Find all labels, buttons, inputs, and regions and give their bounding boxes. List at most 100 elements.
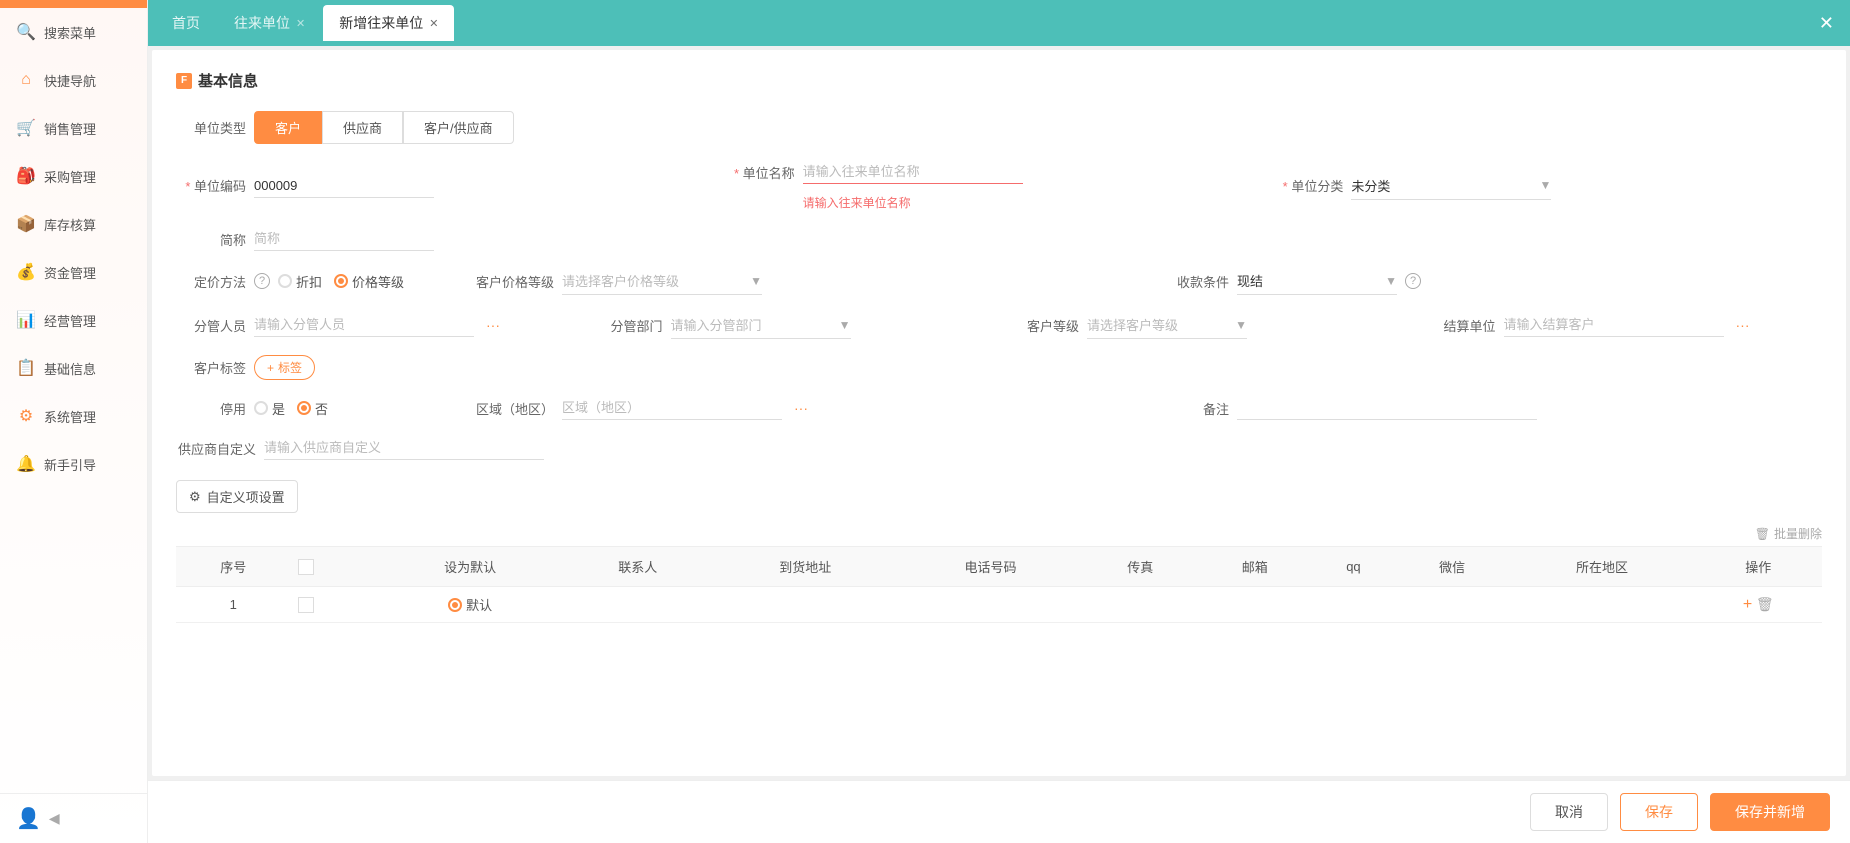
sidebar-bottom: 👤 ◀ <box>0 793 147 843</box>
remark-input[interactable] <box>1237 396 1537 420</box>
finance-icon: 💰 <box>16 262 36 282</box>
radio-price-level-label: 价格等级 <box>352 272 404 291</box>
batch-delete-label: 批量删除 <box>1774 525 1822 542</box>
short-name-row: 简称 <box>176 227 1822 251</box>
row-action: + 🗑 <box>1695 587 1822 623</box>
unit-name-label: 单位名称 <box>725 163 795 182</box>
unit-type-customer[interactable]: 客户 <box>254 111 322 144</box>
save-button[interactable]: 保存 <box>1620 793 1698 831</box>
unit-category-select[interactable]: 未分类 ▼ <box>1351 172 1551 200</box>
sidebar-item-purchase[interactable]: 🎒 采购管理 <box>0 152 147 200</box>
sidebar-item-operations[interactable]: 📊 经营管理 <box>0 296 147 344</box>
region-more-btn[interactable]: ··· <box>790 400 812 416</box>
payment-terms-help-icon[interactable]: ? <box>1405 273 1421 289</box>
col-region: 所在地区 <box>1509 547 1694 587</box>
manager-more-btn[interactable]: ··· <box>482 317 504 333</box>
unit-category-chevron: ▼ <box>1539 178 1551 192</box>
section-icon: F <box>176 73 192 89</box>
region-input[interactable] <box>562 396 782 420</box>
region-group: 区域（地区） ··· <box>476 396 1139 420</box>
unit-type-both[interactable]: 客户/供应商 <box>403 111 514 144</box>
pricing-help-icon[interactable]: ? <box>254 273 270 289</box>
unit-name-input[interactable] <box>803 160 1023 184</box>
payment-terms-select[interactable]: 现结 ▼ <box>1237 267 1397 295</box>
department-label: 分管部门 <box>593 316 663 335</box>
settlement-unit-more-btn[interactable]: ··· <box>1732 317 1754 333</box>
tab-close-all[interactable]: ✕ <box>1811 9 1842 38</box>
operations-icon: 📊 <box>16 310 36 330</box>
customer-price-level-select[interactable]: 请选择客户价格等级 ▼ <box>562 267 762 295</box>
table-row: 1 默认 <box>176 587 1822 623</box>
tab-home[interactable]: 首页 <box>156 5 216 41</box>
sidebar-item-inventory-label: 库存核算 <box>44 215 96 234</box>
sidebar-item-quick-nav[interactable]: ⌂ 快捷导航 <box>0 56 147 104</box>
sidebar-user-icon[interactable]: 👤 <box>16 806 41 831</box>
unit-category-label: 单位分类 <box>1273 176 1343 195</box>
cancel-button[interactable]: 取消 <box>1530 793 1608 831</box>
col-email: 邮箱 <box>1198 547 1312 587</box>
settlement-unit-input[interactable] <box>1504 313 1724 337</box>
sidebar-expand-icon[interactable]: ◀ <box>49 810 60 827</box>
save-new-button[interactable]: 保存并新增 <box>1710 793 1830 831</box>
department-select[interactable]: 请输入分管部门 ▼ <box>671 311 851 339</box>
custom-settings-button[interactable]: ⚙ 自定义项设置 <box>176 480 298 513</box>
col-contact: 联系人 <box>563 547 713 587</box>
payment-terms-value: 现结 <box>1237 271 1381 290</box>
col-address: 到货地址 <box>713 547 898 587</box>
customer-level-group: 客户等级 请选择客户等级 ▼ <box>1009 311 1406 339</box>
batch-delete-area[interactable]: 🗑 批量删除 <box>176 525 1822 542</box>
manager-input[interactable] <box>254 313 474 337</box>
tab-new-partner[interactable]: 新增往来单位 ✕ <box>323 5 454 41</box>
tab-new-partner-close[interactable]: ✕ <box>429 17 438 30</box>
unit-code-input[interactable] <box>254 174 434 198</box>
row-del-icon[interactable]: 🗑 <box>1756 596 1774 612</box>
settlement-unit-label: 结算单位 <box>1426 316 1496 335</box>
search-icon: 🔍 <box>16 22 36 42</box>
short-name-input[interactable] <box>254 227 434 251</box>
radio-discount[interactable]: 折扣 <box>278 272 322 291</box>
tab-partners[interactable]: 往来单位 ✕ <box>218 5 321 41</box>
sidebar-item-search[interactable]: 🔍 搜索菜单 <box>0 8 147 56</box>
radio-price-level-circle <box>334 274 348 288</box>
tab-home-label: 首页 <box>172 13 200 33</box>
radio-no-label: 否 <box>315 399 328 418</box>
sidebar-item-system[interactable]: ⚙ 系统管理 <box>0 392 147 440</box>
pricing-method-group: 定价方法 ? 折扣 价格等级 <box>176 272 456 291</box>
short-name-label: 简称 <box>176 230 246 249</box>
row-add-icon[interactable]: + <box>1743 596 1752 613</box>
customer-level-select[interactable]: 请选择客户等级 ▼ <box>1087 311 1247 339</box>
contact-table: 序号 设为默认 联系人 到货地址 电话号码 传真 邮箱 qq 微信 所在地区 操… <box>176 546 1822 623</box>
unit-type-supplier[interactable]: 供应商 <box>322 111 403 144</box>
col-action: 操作 <box>1695 547 1822 587</box>
row-select-checkbox[interactable] <box>298 597 314 613</box>
inventory-icon: 📦 <box>16 214 36 234</box>
row-default-radio[interactable]: 默认 <box>386 595 555 614</box>
sidebar-item-finance[interactable]: 💰 资金管理 <box>0 248 147 296</box>
customer-price-level-placeholder: 请选择客户价格等级 <box>562 271 746 290</box>
customer-level-label: 客户等级 <box>1009 316 1079 335</box>
disabled-row: 停用 是 否 区域（地区） ··· 备注 <box>176 396 1822 420</box>
supplier-custom-input[interactable] <box>264 436 544 460</box>
radio-yes[interactable]: 是 <box>254 399 285 418</box>
radio-price-level[interactable]: 价格等级 <box>334 272 404 291</box>
section-title: F 基本信息 <box>176 70 1822 91</box>
tag-add-button[interactable]: + 标签 <box>254 355 315 380</box>
sidebar-item-sales[interactable]: 🛒 销售管理 <box>0 104 147 152</box>
sidebar-item-guide[interactable]: 🔔 新手引导 <box>0 440 147 488</box>
select-all-checkbox[interactable] <box>298 559 314 575</box>
sidebar-item-inventory[interactable]: 📦 库存核算 <box>0 200 147 248</box>
unit-info-row: 单位编码 单位名称 请输入往来单位名称 单位分类 未分类 ▼ <box>176 160 1822 211</box>
sidebar-top-bar <box>0 0 147 8</box>
guide-icon: 🔔 <box>16 454 36 474</box>
row-wechat <box>1395 587 1509 623</box>
customer-level-placeholder: 请选择客户等级 <box>1087 315 1231 334</box>
unit-type-row: 单位类型 客户 供应商 客户/供应商 <box>176 111 1822 144</box>
unit-type-label: 单位类型 <box>176 118 246 137</box>
radio-no[interactable]: 否 <box>297 399 328 418</box>
sidebar-item-basic-info[interactable]: 📋 基础信息 <box>0 344 147 392</box>
disabled-label: 停用 <box>176 399 246 418</box>
remark-group: 备注 <box>1159 396 1822 420</box>
region-label: 区域（地区） <box>476 399 554 418</box>
tab-partners-close[interactable]: ✕ <box>296 17 305 30</box>
radio-discount-label: 折扣 <box>296 272 322 291</box>
